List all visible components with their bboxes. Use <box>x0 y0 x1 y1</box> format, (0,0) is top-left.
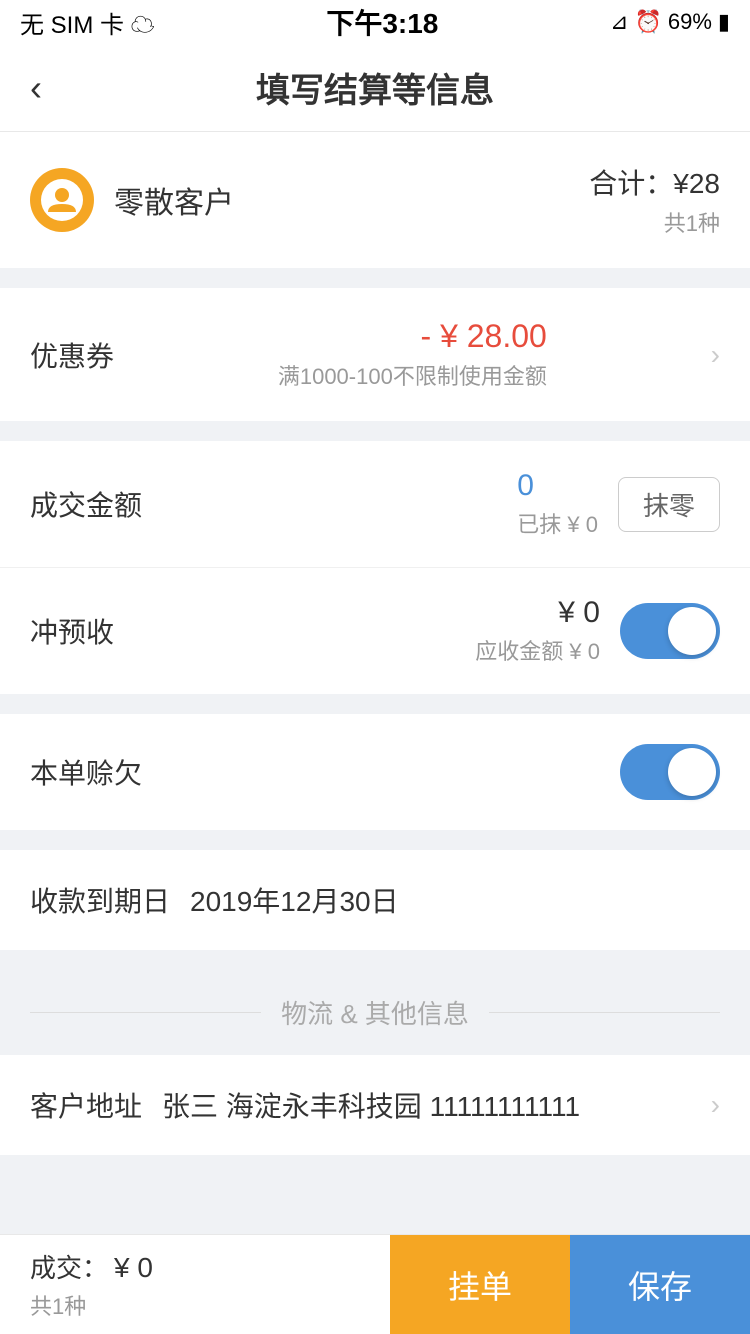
coupon-amount: - ¥ 28.00 <box>278 318 547 355</box>
logistics-divider: 物流 & 其他信息 <box>0 970 750 1055</box>
debit-section: 本单赊欠 <box>0 714 750 830</box>
battery-icon: ▮ <box>718 9 730 35</box>
status-bar: 无 SIM 卡 ☁ 下午3:18 ⊿ ⏰ 69% ▮ <box>0 0 750 44</box>
advance-right: ¥ 0 应收金额 ¥ 0 <box>475 596 720 666</box>
coupon-label: 优惠券 <box>30 335 114 375</box>
pending-button[interactable]: 挂单 <box>390 1235 570 1334</box>
bottom-info: 成交： ¥ 0 共1种 <box>0 1235 390 1334</box>
customer-section: 零散客户 合计：¥28 共1种 <box>0 132 750 268</box>
logistics-label: 物流 & 其他信息 <box>261 994 489 1031</box>
battery-label: 69% <box>668 9 712 35</box>
bottom-deal-label: 成交： <box>30 1248 108 1285</box>
due-date-value: 2019年12月30日 <box>190 880 399 920</box>
advance-amount: ¥ 0 <box>475 596 600 630</box>
transaction-value: 0 <box>517 469 598 503</box>
customer-right: 合计：¥28 共1种 <box>589 162 720 238</box>
advance-amount-block: ¥ 0 应收金额 ¥ 0 <box>475 596 600 666</box>
bottom-count: 共1种 <box>30 1289 360 1321</box>
transaction-label: 成交金额 <box>30 484 142 524</box>
address-value: 张三 海淀永丰科技园 11111111111 <box>162 1085 711 1125</box>
save-button[interactable]: 保存 <box>570 1235 750 1334</box>
advance-sub: 应收金额 ¥ 0 <box>475 634 600 666</box>
alarm-icon: ⏰ <box>634 9 661 35</box>
transaction-row: 成交金额 0 已抹 ¥ 0 抹零 <box>0 441 750 568</box>
transaction-sub: 已抹 ¥ 0 <box>517 507 598 539</box>
advance-label: 冲预收 <box>30 611 114 651</box>
advance-toggle[interactable] <box>620 603 720 659</box>
back-button[interactable]: ‹ <box>30 67 42 109</box>
round-off-button[interactable]: 抹零 <box>618 477 720 532</box>
total-count: 共1种 <box>589 206 720 238</box>
toggle-knob <box>668 607 716 655</box>
due-date-section: 收款到期日 2019年12月30日 <box>0 850 750 950</box>
debit-label: 本单赊欠 <box>30 752 142 792</box>
coupon-chevron-icon: › <box>711 339 720 371</box>
status-right: ⊿ ⏰ 69% ▮ <box>610 9 730 35</box>
due-date-row: 收款到期日 2019年12月30日 <box>30 880 720 920</box>
bottom-bar: 成交： ¥ 0 共1种 挂单 保存 <box>0 1234 750 1334</box>
total-amount: 合计：¥28 <box>589 162 720 202</box>
avatar-icon <box>41 179 83 221</box>
coupon-section[interactable]: 优惠券 - ¥ 28.00 满1000-100不限制使用金额 › <box>0 288 750 421</box>
status-left: 无 SIM 卡 ☁ <box>20 5 155 40</box>
customer-avatar <box>30 168 94 232</box>
advance-payment-row: 冲预收 ¥ 0 应收金额 ¥ 0 <box>0 568 750 694</box>
customer-name: 零散客户 <box>114 178 234 222</box>
address-section[interactable]: 客户地址 张三 海淀永丰科技园 11111111111 › <box>0 1055 750 1155</box>
debit-toggle-knob <box>668 748 716 796</box>
customer-left: 零散客户 <box>30 168 234 232</box>
status-time: 下午3:18 <box>326 2 438 42</box>
coupon-desc: 满1000-100不限制使用金额 <box>278 359 547 391</box>
location-icon: ⊿ <box>610 9 628 35</box>
address-chevron-icon: › <box>711 1089 720 1121</box>
divider-line-left <box>30 1012 261 1013</box>
no-sim-label: 无 SIM 卡 ☁ <box>20 5 155 40</box>
coupon-right: - ¥ 28.00 满1000-100不限制使用金额 <box>278 318 547 391</box>
transaction-right: 0 已抹 ¥ 0 抹零 <box>517 469 720 539</box>
page-title: 填写结算等信息 <box>256 63 494 112</box>
nav-bar: ‹ 填写结算等信息 <box>0 44 750 132</box>
due-date-label: 收款到期日 <box>30 880 170 920</box>
bottom-deal-amount: ¥ 0 <box>114 1252 153 1284</box>
transaction-section: 成交金额 0 已抹 ¥ 0 抹零 冲预收 ¥ 0 应收金额 ¥ 0 <box>0 441 750 694</box>
divider-line-right <box>489 1012 720 1013</box>
debit-toggle[interactable] <box>620 744 720 800</box>
address-label: 客户地址 <box>30 1085 142 1125</box>
